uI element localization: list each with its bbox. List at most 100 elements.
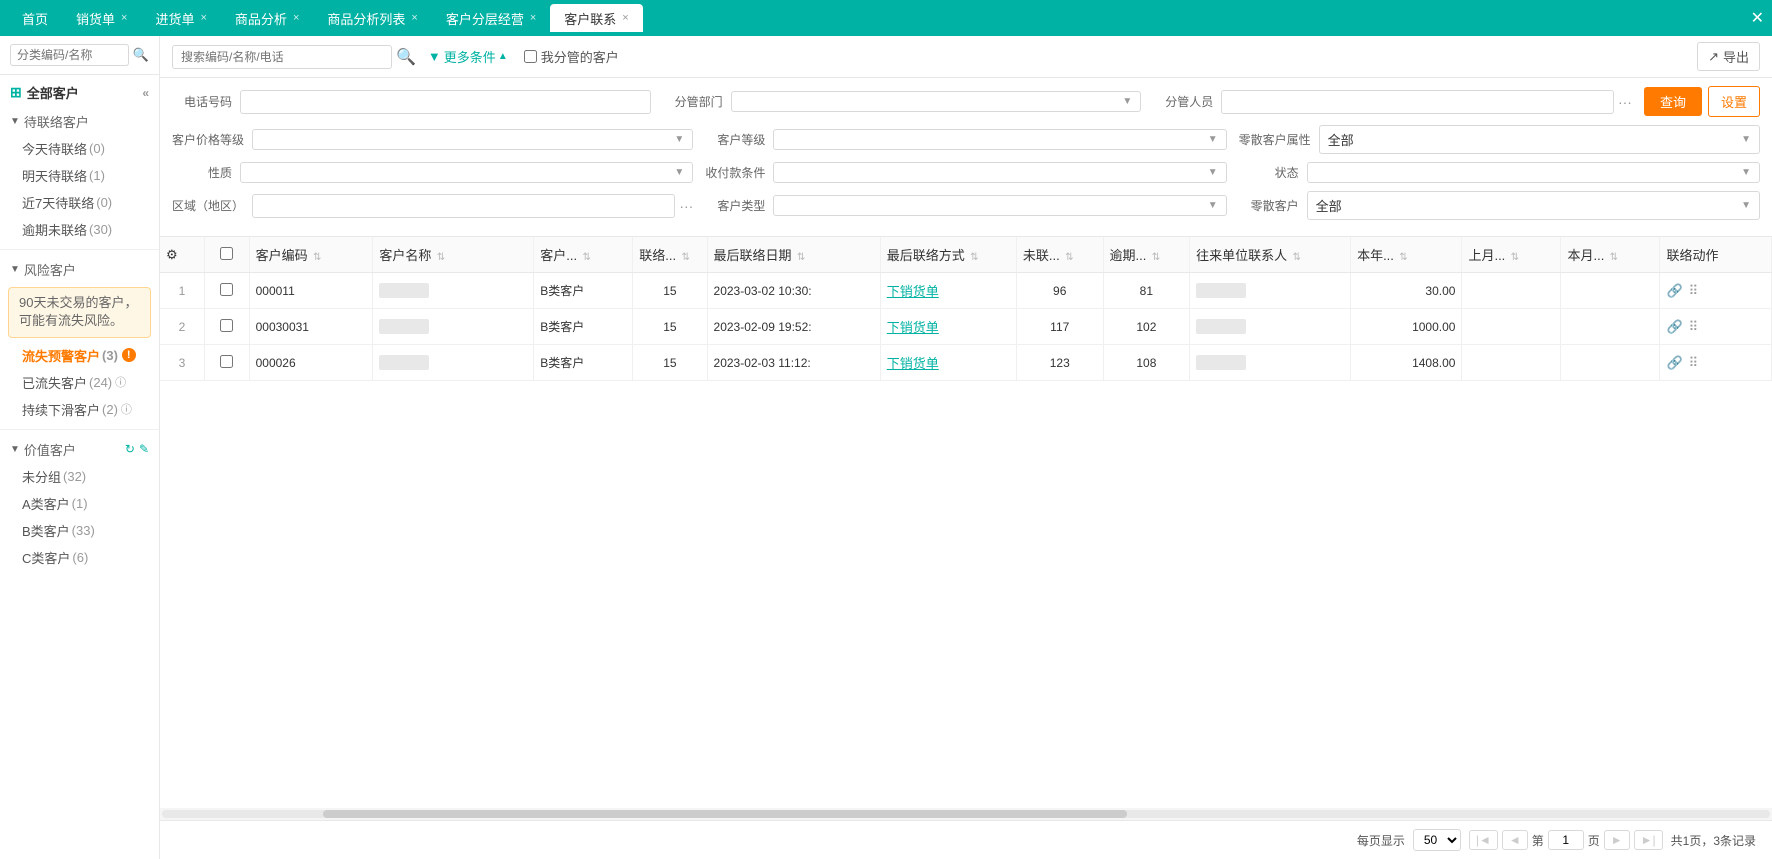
col-type[interactable]: 客户... ⇅: [534, 237, 633, 273]
col-last-date[interactable]: 最后联络日期 ⇅: [707, 237, 880, 273]
filter-row-2: 客户价格等级 ▼ 客户等级 ▼ 零散客户属性 全部: [172, 125, 1760, 154]
sidebar-group-value-title[interactable]: ▼ 价值客户 ↻ ✎: [0, 436, 159, 463]
col-code[interactable]: 客户编码 ⇅: [249, 237, 373, 273]
col-last-month[interactable]: 上月... ⇅: [1462, 237, 1561, 273]
sidebar-search-input[interactable]: [10, 44, 129, 66]
sidebar-item-today[interactable]: 今天待联络 (0): [0, 135, 159, 162]
query-button[interactable]: 查询: [1644, 87, 1702, 116]
refresh-icon-value[interactable]: ↻: [125, 442, 135, 456]
row-checkbox-0[interactable]: [205, 273, 250, 309]
horizontal-scrollbar[interactable]: [160, 808, 1772, 820]
tab-customer-layer[interactable]: 客户分层经营 ×: [432, 4, 550, 32]
tab-close-purchase[interactable]: ×: [200, 13, 206, 24]
nature-select[interactable]: ▼: [240, 162, 693, 183]
col-name[interactable]: 客户名称 ⇅: [373, 237, 534, 273]
tab-close-customer-contact[interactable]: ×: [622, 13, 628, 24]
zero-customer-select[interactable]: 全部 ▼: [1307, 191, 1760, 220]
edit-icon-value[interactable]: ✎: [139, 442, 149, 456]
next-page-button[interactable]: ►: [1604, 830, 1630, 850]
sidebar-group-pending-title[interactable]: ▼ 待联络客户: [0, 108, 159, 135]
last-page-button[interactable]: ►|: [1634, 830, 1663, 850]
tab-close-analysis-list[interactable]: ×: [411, 13, 417, 24]
action-link-icon-2[interactable]: 🔗: [1666, 355, 1682, 371]
col-this-year[interactable]: 本年... ⇅: [1351, 237, 1462, 273]
region-input[interactable]: [252, 194, 675, 218]
sidebar-item-overdue[interactable]: 逾期未联络 (30): [0, 216, 159, 243]
sidebar-item-tomorrow[interactable]: 明天待联络 (1): [0, 162, 159, 189]
select-all-checkbox[interactable]: [220, 247, 233, 260]
my-customers-checkbox[interactable]: [524, 50, 537, 63]
payment-select[interactable]: ▼: [773, 162, 1226, 183]
first-page-button[interactable]: |◄: [1469, 830, 1498, 850]
price-level-select[interactable]: ▼: [252, 129, 693, 150]
page-number-input[interactable]: [1548, 830, 1584, 850]
collapse-icon[interactable]: «: [142, 86, 149, 100]
customer-type-select[interactable]: ▼: [773, 195, 1226, 216]
row-contact-person-0: [1190, 273, 1351, 309]
col-overdue[interactable]: 逾期... ⇅: [1103, 237, 1190, 273]
tab-purchase[interactable]: 进货单 ×: [141, 4, 220, 32]
row-checkbox-1[interactable]: [205, 309, 250, 345]
data-table-container: ⚙ 客户编码 ⇅ 客户名称 ⇅: [160, 237, 1772, 808]
customer-level-select[interactable]: ▼: [773, 129, 1226, 150]
tab-sales[interactable]: 销货单 ×: [62, 4, 141, 32]
col-last-way[interactable]: 最后联络方式 ⇅: [880, 237, 1016, 273]
sidebar-item-class-a[interactable]: A类客户 (1): [0, 490, 159, 517]
col-contact[interactable]: 联络... ⇅: [633, 237, 707, 273]
action-link-icon-1[interactable]: 🔗: [1666, 319, 1682, 335]
sort-icon-this-year: ⇅: [1399, 252, 1407, 263]
export-button[interactable]: ↗ 导出: [1697, 42, 1760, 71]
row-checkbox-2[interactable]: [205, 345, 250, 381]
settings-button[interactable]: 设置: [1708, 86, 1760, 117]
status-select[interactable]: ▼: [1307, 162, 1760, 183]
tab-close-customer-layer[interactable]: ×: [530, 13, 536, 24]
pagination-bar: 每页显示 50 |◄ ◄ 第 页 ► ►| 共1页，3条记录: [160, 820, 1772, 859]
col-this-month[interactable]: 本月... ⇅: [1561, 237, 1660, 273]
filter-dept: 分管部门 ▼: [663, 91, 1142, 112]
dept-select[interactable]: ▼: [731, 91, 1142, 112]
phone-input[interactable]: [240, 90, 651, 114]
scroll-track: [162, 810, 1770, 818]
prev-page-button[interactable]: ◄: [1502, 830, 1528, 850]
person-input[interactable]: [1221, 90, 1614, 114]
col-settings[interactable]: ⚙: [160, 237, 205, 273]
sidebar-item-churn-warning[interactable]: 流失预警客户 (3) !: [0, 342, 159, 369]
sidebar-group-risk: ▼ 风险客户 90天未交易的客户，可能有流失风险。 流失预警客户 (3) ! 已…: [0, 254, 159, 425]
sidebar-item-class-c[interactable]: C类客户 (6): [0, 544, 159, 571]
action-more-icon-0[interactable]: ⠿: [1689, 283, 1699, 299]
person-more-icon[interactable]: ···: [1618, 94, 1632, 110]
sidebar-item-declining[interactable]: 持续下滑客户 (2) ⓘ: [0, 396, 159, 423]
col-checkbox[interactable]: [205, 237, 250, 273]
info-icon-declining: ⓘ: [121, 401, 132, 417]
sidebar: 🔍 ⊞ 全部客户 « ▼ 待联络客户 今天待联络 (0) 明天待联络 (1) 近…: [0, 36, 160, 859]
action-more-icon-2[interactable]: ⠿: [1689, 355, 1699, 371]
search-button[interactable]: 🔍: [396, 47, 416, 67]
info-icon-churned: ⓘ: [115, 374, 126, 390]
tab-analysis[interactable]: 商品分析 ×: [221, 4, 313, 32]
tab-home[interactable]: 首页: [8, 4, 62, 32]
more-conditions-button[interactable]: ▼ 更多条件 ▲: [428, 47, 508, 66]
tab-close-analysis[interactable]: ×: [293, 13, 299, 24]
sidebar-item-ungrouped[interactable]: 未分组 (32): [0, 463, 159, 490]
col-contact-person[interactable]: 往来单位联系人 ⇅: [1190, 237, 1351, 273]
search-input[interactable]: [172, 45, 392, 69]
region-more-icon[interactable]: ···: [679, 198, 693, 214]
zero-attr-select[interactable]: 全部 ▼: [1319, 125, 1760, 154]
sidebar-root[interactable]: ⊞ 全部客户 «: [0, 75, 159, 106]
expand-arrow-value: ▼: [10, 444, 20, 455]
action-link-icon-0[interactable]: 🔗: [1666, 283, 1682, 299]
action-more-icon-1[interactable]: ⠿: [1689, 319, 1699, 335]
page-size-select[interactable]: 50: [1413, 829, 1461, 851]
sidebar-search-icon[interactable]: 🔍: [133, 47, 149, 63]
tab-close-sales[interactable]: ×: [121, 13, 127, 24]
sidebar-group-risk-title[interactable]: ▼ 风险客户: [0, 256, 159, 283]
sidebar-item-7days[interactable]: 近7天待联络 (0): [0, 189, 159, 216]
sidebar-item-class-b[interactable]: B类客户 (33): [0, 517, 159, 544]
my-customers-filter[interactable]: 我分管的客户: [524, 47, 619, 66]
filter-customer-type: 客户类型 ▼: [705, 195, 1226, 216]
sidebar-item-churned[interactable]: 已流失客户 (24) ⓘ: [0, 369, 159, 396]
tab-analysis-list[interactable]: 商品分析列表 ×: [313, 4, 431, 32]
tab-customer-contact[interactable]: 客户联系 ×: [550, 4, 642, 32]
close-all-tabs[interactable]: ✕: [1751, 8, 1764, 28]
col-uncontacted[interactable]: 未联... ⇅: [1016, 237, 1103, 273]
